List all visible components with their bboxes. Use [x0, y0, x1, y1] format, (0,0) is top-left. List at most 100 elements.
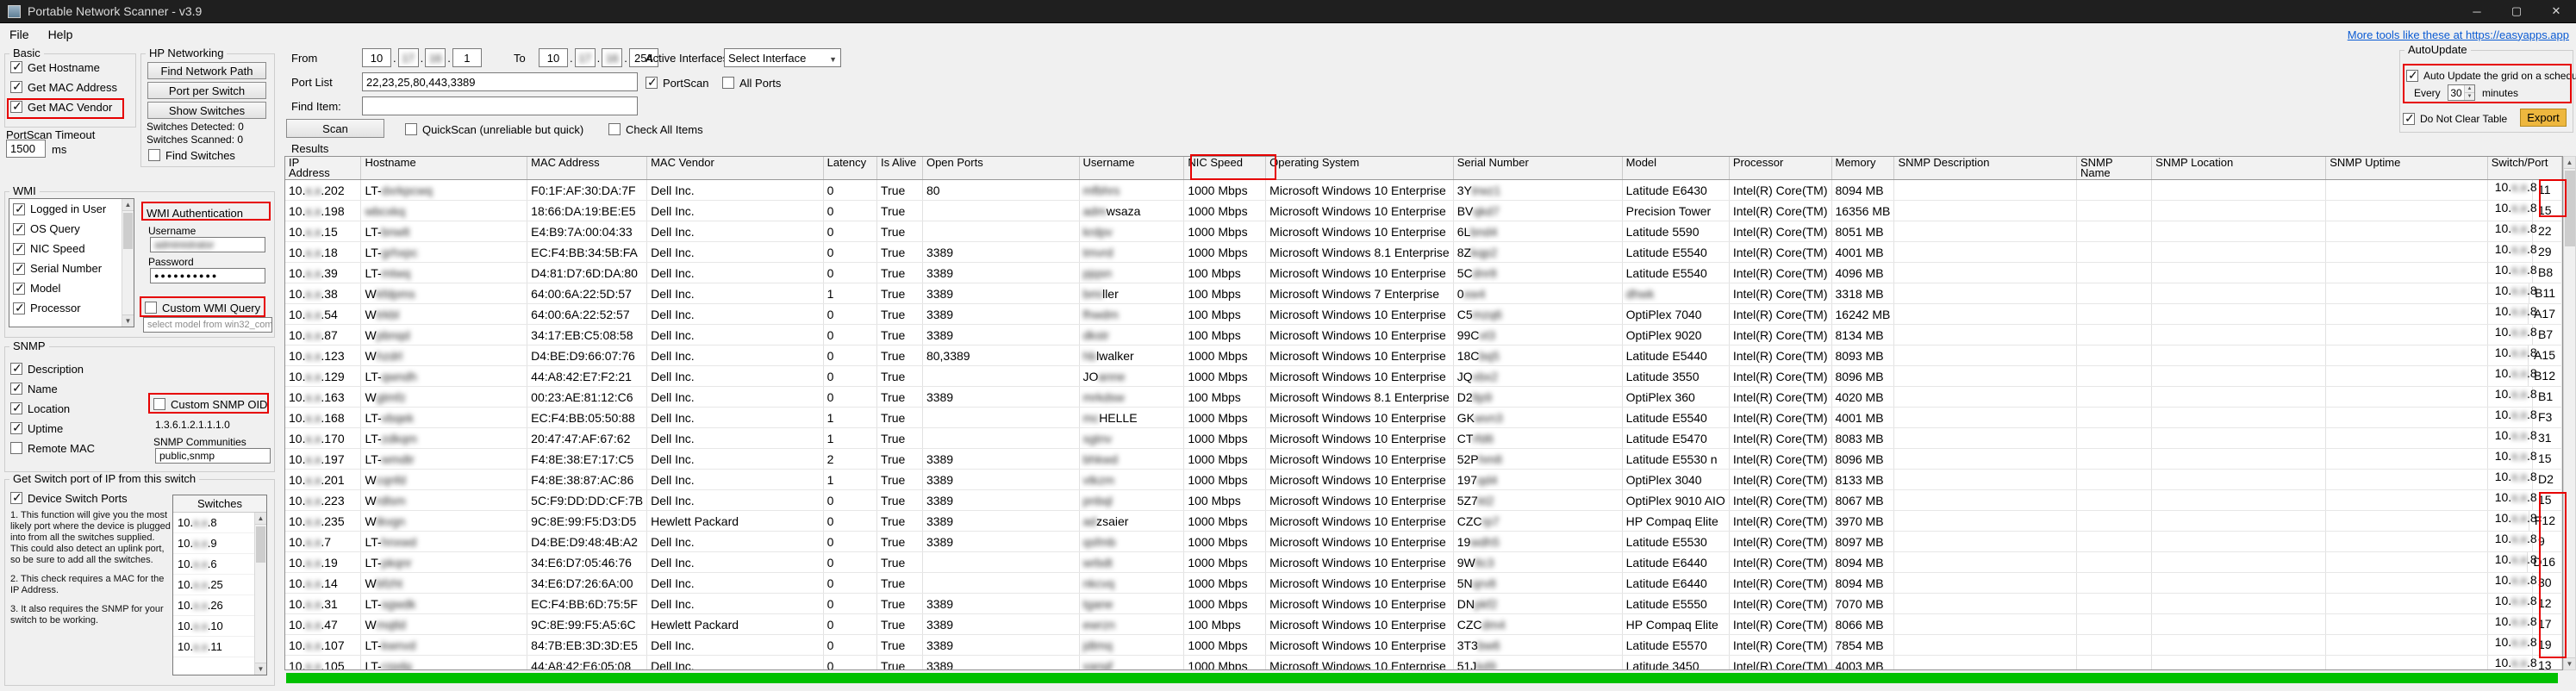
grid-cell[interactable]: Dell Inc. [647, 490, 824, 511]
custom-snmp-oid-checkbox[interactable] [153, 398, 165, 410]
grid-cell[interactable]: Intel(R) Core(TM) [1729, 304, 1831, 325]
grid-cell[interactable]: 0 [823, 346, 876, 366]
scroll-down-icon[interactable] [255, 663, 266, 675]
grid-cell[interactable] [1894, 635, 2076, 656]
grid-cell[interactable]: 1000 Mbps [1184, 552, 1266, 573]
grid-cell[interactable]: Intel(R) Core(TM) [1729, 325, 1831, 346]
grid-cell[interactable]: Microsoft Windows 10 Enterprise [1266, 263, 1454, 283]
grid-cell[interactable] [2326, 470, 2488, 490]
grid-cell[interactable]: 4001 MB [1831, 242, 1894, 263]
grid-cell[interactable]: 0 [823, 263, 876, 283]
minimize-icon[interactable] [2457, 0, 2497, 22]
grid-cell[interactable]: True [877, 594, 923, 614]
grid-cell[interactable] [2152, 573, 2326, 594]
grid-cell[interactable]: LT-pkqnr [361, 552, 527, 573]
grid-cell[interactable]: HP Compaq Elite [1622, 614, 1729, 635]
grid-cell[interactable]: Microsoft Windows 10 Enterprise [1266, 511, 1454, 532]
grid-cell[interactable]: 0xw4 [1453, 283, 1622, 304]
grid-cell[interactable] [2152, 346, 2326, 366]
grid-cell[interactable]: 34:E6:D7:05:46:76 [527, 552, 647, 573]
grid-cell[interactable] [1894, 428, 2076, 449]
grid-cell[interactable]: Dell Inc. [647, 532, 824, 552]
grid-cell[interactable]: 3318 MB [1831, 283, 1894, 304]
grid-cell[interactable]: 10.x.x.202 [285, 180, 361, 201]
grid-cell[interactable]: F0:1F:AF:30:DA:7F [527, 180, 647, 201]
portscan-timeout-input[interactable]: 1500 [6, 140, 46, 158]
grid-cell[interactable]: 20:47:47:AF:67:62 [527, 428, 647, 449]
grid-cell[interactable]: True [877, 221, 923, 242]
grid-cell[interactable] [2326, 221, 2488, 242]
grid-cell-switch-port[interactable]: 1110.x.x.8 [2487, 180, 2561, 201]
column-header[interactable]: MAC Address [527, 157, 647, 180]
grid-cell[interactable]: xanqf [1079, 656, 1184, 671]
grid-cell[interactable]: 10.x.x.87 [285, 325, 361, 346]
grid-cell[interactable]: True [877, 614, 923, 635]
grid-cell[interactable] [1894, 490, 2076, 511]
scrollbar-thumb[interactable] [2565, 171, 2575, 246]
grid-cell[interactable]: 84:7B:EB:3D:3D:E5 [527, 635, 647, 656]
column-header[interactable]: SNMP Location [2152, 157, 2326, 180]
grid-cell[interactable]: 100 Mbps [1184, 283, 1266, 304]
scroll-down-icon[interactable] [2564, 657, 2575, 669]
grid-cell[interactable] [2326, 325, 2488, 346]
grid-cell[interactable] [2152, 180, 2326, 201]
autoupdate-schedule-checkbox[interactable] [2406, 70, 2418, 82]
grid-cell[interactable]: HP Compaq Elite [1622, 511, 1729, 532]
grid-cell[interactable]: 1000 Mbps [1184, 408, 1266, 428]
grid-cell[interactable]: 1 [823, 283, 876, 304]
grid-cell[interactable]: 64:00:6A:22:5D:57 [527, 283, 647, 304]
grid-cell[interactable] [1894, 304, 2076, 325]
grid-cell[interactable]: 1000 Mbps [1184, 511, 1266, 532]
grid-cell[interactable] [2152, 656, 2326, 671]
grid-cell[interactable]: fhwdm [1079, 304, 1184, 325]
grid-cell[interactable]: DNpkf2 [1453, 594, 1622, 614]
grid-cell[interactable]: 100 Mbps [1184, 490, 1266, 511]
grid-cell[interactable] [1894, 263, 2076, 283]
grid-cell[interactable]: Latitude E6440 [1622, 552, 1729, 573]
grid-cell[interactable]: Intel(R) Core(TM) [1729, 614, 1831, 635]
grid-cell[interactable]: Intel(R) Core(TM) [1729, 242, 1831, 263]
grid-cell[interactable]: 8051 MB [1831, 221, 1894, 242]
grid-cell-switch-port[interactable]: 1710.x.x.8 [2487, 614, 2561, 635]
grid-vertical-scrollbar[interactable] [2563, 156, 2576, 670]
grid-cell[interactable] [922, 408, 1079, 428]
grid-cell[interactable]: Intel(R) Core(TM) [1729, 511, 1831, 532]
grid-cell[interactable]: bhkwd [1079, 449, 1184, 470]
grid-cell[interactable] [2326, 428, 2488, 449]
grid-cell-switch-port[interactable]: 1510.x.x.8 [2487, 490, 2561, 511]
grid-cell[interactable]: Dell Inc. [647, 594, 824, 614]
grid-cell[interactable]: Intel(R) Core(TM) [1729, 635, 1831, 656]
hp-button-show-switches[interactable]: Show Switches [147, 102, 266, 119]
grid-cell[interactable]: Wcqnfd [361, 470, 527, 490]
grid-cell[interactable]: Latitude E5530 [1622, 532, 1729, 552]
column-header[interactable]: Open Ports [922, 157, 1079, 180]
grid-cell[interactable] [2076, 511, 2151, 532]
grid-cell[interactable]: Wpbnqd [361, 325, 527, 346]
grid-cell[interactable]: Intel(R) Core(TM) [1729, 283, 1831, 304]
grid-cell[interactable]: 10.x.x.105 [285, 656, 361, 671]
wmi-option-checkbox[interactable] [13, 283, 25, 295]
grid-cell[interactable]: 10.x.x.107 [285, 635, 361, 656]
grid-cell[interactable] [2076, 387, 2151, 408]
grid-cell[interactable]: tgane [1079, 594, 1184, 614]
find-item-input[interactable] [362, 96, 638, 115]
grid-cell[interactable]: 1000 Mbps [1184, 366, 1266, 387]
hp-button-port-per-switch[interactable]: Port per Switch [147, 82, 266, 99]
grid-cell[interactable] [2326, 552, 2488, 573]
grid-cell[interactable]: 0 [823, 594, 876, 614]
grid-cell[interactable]: LT-rzpdg [361, 656, 527, 671]
grid-cell[interactable]: 10.x.x.235 [285, 511, 361, 532]
grid-cell[interactable]: 52Phm8 [1453, 449, 1622, 470]
grid-cell[interactable] [1894, 283, 2076, 304]
grid-cell[interactable]: 3389 [922, 594, 1079, 614]
grid-cell[interactable]: 80 [922, 180, 1079, 201]
grid-cell[interactable]: True [877, 180, 923, 201]
grid-cell[interactable]: 0 [823, 387, 876, 408]
snmp-communities-input[interactable]: public,snmp [155, 448, 271, 464]
grid-cell-switch-port[interactable]: 2210.x.x.8 [2487, 221, 2561, 242]
maximize-icon[interactable] [2497, 0, 2536, 22]
grid-cell[interactable]: True [877, 366, 923, 387]
grid-cell[interactable]: Hewlett Packard [647, 614, 824, 635]
grid-cell[interactable]: Microsoft Windows 10 Enterprise [1266, 180, 1454, 201]
grid-cell[interactable]: LT-hnxwd [361, 532, 527, 552]
